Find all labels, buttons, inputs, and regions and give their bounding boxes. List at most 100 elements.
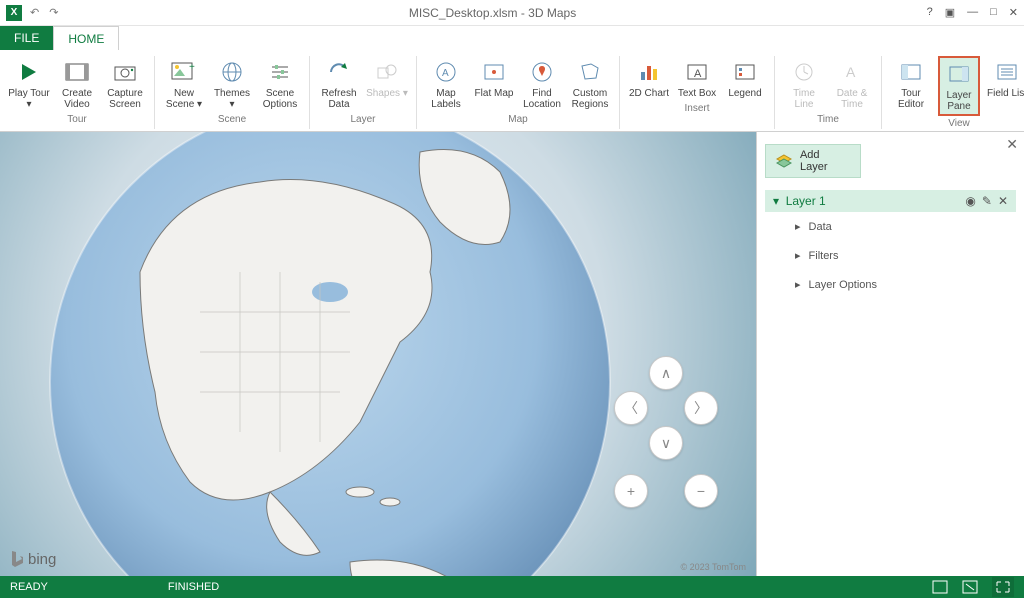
map-canvas[interactable]: bing © 2023 TomTom ∧ 〈 〉 ∨ + −: [0, 132, 756, 576]
add-layer-label: Add Layer: [800, 149, 850, 173]
map-labels-label: Map Labels: [425, 88, 467, 110]
capture-screen-label: Capture Screen: [104, 88, 146, 110]
map-copyright: © 2023 TomTom: [681, 562, 747, 572]
undo-button[interactable]: ↶: [30, 6, 39, 19]
themes-button[interactable]: Themes ▾: [211, 56, 253, 112]
flat-map-button[interactable]: Flat Map: [473, 56, 515, 101]
scene-options-button[interactable]: Scene Options: [259, 56, 301, 112]
create-video-button[interactable]: Create Video: [56, 56, 98, 112]
layer-1-header[interactable]: ▾ Layer 1 ◉ ✎ ✕: [765, 190, 1016, 212]
new-scene-label: New Scene ▾: [163, 88, 205, 110]
new-scene-button[interactable]: + New Scene ▾: [163, 56, 205, 112]
add-layer-button[interactable]: Add Layer: [765, 144, 861, 178]
list-icon: [992, 58, 1022, 86]
redo-button[interactable]: ↷: [49, 6, 58, 19]
svg-text:A: A: [846, 64, 856, 80]
nav-cluster: ∧ 〈 〉 ∨ + −: [606, 356, 726, 516]
custom-regions-button[interactable]: Custom Regions: [569, 56, 611, 112]
pin-icon: [527, 58, 557, 86]
regions-icon: [575, 58, 605, 86]
group-view: Tour Editor Layer Pane Field List View: [882, 56, 1024, 129]
rotate-left-button[interactable]: 〈: [614, 391, 648, 425]
create-video-label: Create Video: [56, 88, 98, 110]
group-time-label: Time: [817, 114, 839, 125]
legend-icon: [730, 58, 760, 86]
refresh-data-button[interactable]: Refresh Data: [318, 56, 360, 112]
main-area: bing © 2023 TomTom ∧ 〈 〉 ∨ + − ✕ Add Lay…: [0, 132, 1024, 576]
rotate-right-button[interactable]: 〉: [684, 391, 718, 425]
clock-icon: [789, 58, 819, 86]
time-line-label: Time Line: [783, 88, 825, 110]
maximize-button[interactable]: □: [990, 6, 997, 19]
layer-rename-button[interactable]: ✎: [982, 194, 992, 208]
group-layer: Refresh Data Shapes ▾ Layer: [310, 56, 417, 129]
close-button[interactable]: ✕: [1009, 6, 1018, 19]
picture-add-icon: +: [169, 58, 199, 86]
themes-label: Themes ▾: [211, 88, 253, 110]
layer-section-data-label: Data: [809, 221, 832, 233]
layer-section-options[interactable]: ▸ Layer Options: [765, 270, 1016, 299]
tour-editor-button[interactable]: Tour Editor: [890, 56, 932, 112]
shapes-icon: [372, 58, 402, 86]
text-box-button[interactable]: A Text Box: [676, 56, 718, 101]
bing-attribution-label: bing: [28, 551, 56, 568]
layer-section-data[interactable]: ▸ Data: [765, 212, 1016, 241]
find-location-button[interactable]: Find Location: [521, 56, 563, 112]
date-time-label: Date & Time: [831, 88, 873, 110]
tab-file[interactable]: FILE: [0, 26, 53, 50]
layer-section-filters-label: Filters: [809, 250, 839, 262]
legend-button[interactable]: Legend: [724, 56, 766, 101]
textbox-icon: A: [682, 58, 712, 86]
minimize-button[interactable]: —: [967, 6, 978, 19]
statusbar-view-fit[interactable]: [962, 580, 978, 594]
group-insert-label: Insert: [684, 103, 709, 114]
group-scene: + New Scene ▾ Themes ▾ Scene Options Sce…: [155, 56, 310, 129]
tab-home[interactable]: HOME: [53, 26, 119, 50]
2d-chart-button[interactable]: 2D Chart: [628, 56, 670, 101]
capture-screen-button[interactable]: Capture Screen: [104, 56, 146, 112]
layer-pane-close-button[interactable]: ✕: [1006, 136, 1018, 153]
panel-left-icon: [896, 58, 926, 86]
group-map: A Map Labels Flat Map Find Location Cust…: [417, 56, 620, 129]
field-list-button[interactable]: Field List: [986, 56, 1024, 101]
help-button[interactable]: ?: [927, 6, 933, 19]
shapes-label: Shapes ▾: [366, 88, 408, 99]
tilt-up-button[interactable]: ∧: [649, 356, 683, 390]
zoom-out-button[interactable]: −: [684, 474, 718, 508]
tour-editor-label: Tour Editor: [890, 88, 932, 110]
play-icon: [14, 58, 44, 86]
field-list-label: Field List: [987, 88, 1024, 99]
statusbar-view-normal[interactable]: [932, 580, 948, 594]
refresh-data-label: Refresh Data: [318, 88, 360, 110]
group-scene-label: Scene: [218, 114, 246, 125]
layer-visibility-toggle[interactable]: ◉: [965, 194, 975, 208]
status-ready: READY: [10, 581, 48, 593]
svg-text:A: A: [694, 68, 702, 80]
play-tour-label: Play Tour ▾: [8, 88, 50, 110]
custom-regions-label: Custom Regions: [569, 88, 611, 110]
refresh-icon: [324, 58, 354, 86]
play-tour-button[interactable]: Play Tour ▾: [8, 56, 50, 112]
layer-pane-button[interactable]: Layer Pane: [938, 56, 980, 116]
layer-section-filters[interactable]: ▸ Filters: [765, 241, 1016, 270]
svg-text:+: +: [189, 62, 195, 73]
group-view-label: View: [948, 118, 970, 129]
group-time: Time Line A Date & Time Time: [775, 56, 882, 129]
map-labels-button[interactable]: A Map Labels: [425, 56, 467, 112]
text-icon: A: [837, 58, 867, 86]
layer-delete-button[interactable]: ✕: [998, 194, 1008, 208]
svg-text:A: A: [442, 68, 449, 79]
group-map-label: Map: [508, 114, 527, 125]
time-line-button: Time Line: [783, 56, 825, 112]
shapes-button: Shapes ▾: [366, 56, 408, 101]
film-icon: [62, 58, 92, 86]
statusbar-view-fullscreen[interactable]: [992, 577, 1014, 597]
tilt-down-button[interactable]: ∨: [649, 426, 683, 460]
ribbon-options-button[interactable]: ▣: [945, 6, 955, 19]
expand-icon: ▸: [795, 220, 801, 233]
ribbon-tabs: FILE HOME: [0, 26, 1024, 50]
zoom-in-button[interactable]: +: [614, 474, 648, 508]
text-box-label: Text Box: [678, 88, 716, 99]
group-tour-label: Tour: [67, 114, 86, 125]
layer-pane: ✕ Add Layer ▾ Layer 1 ◉ ✎ ✕ ▸ Data ▸ Fil…: [756, 132, 1024, 576]
